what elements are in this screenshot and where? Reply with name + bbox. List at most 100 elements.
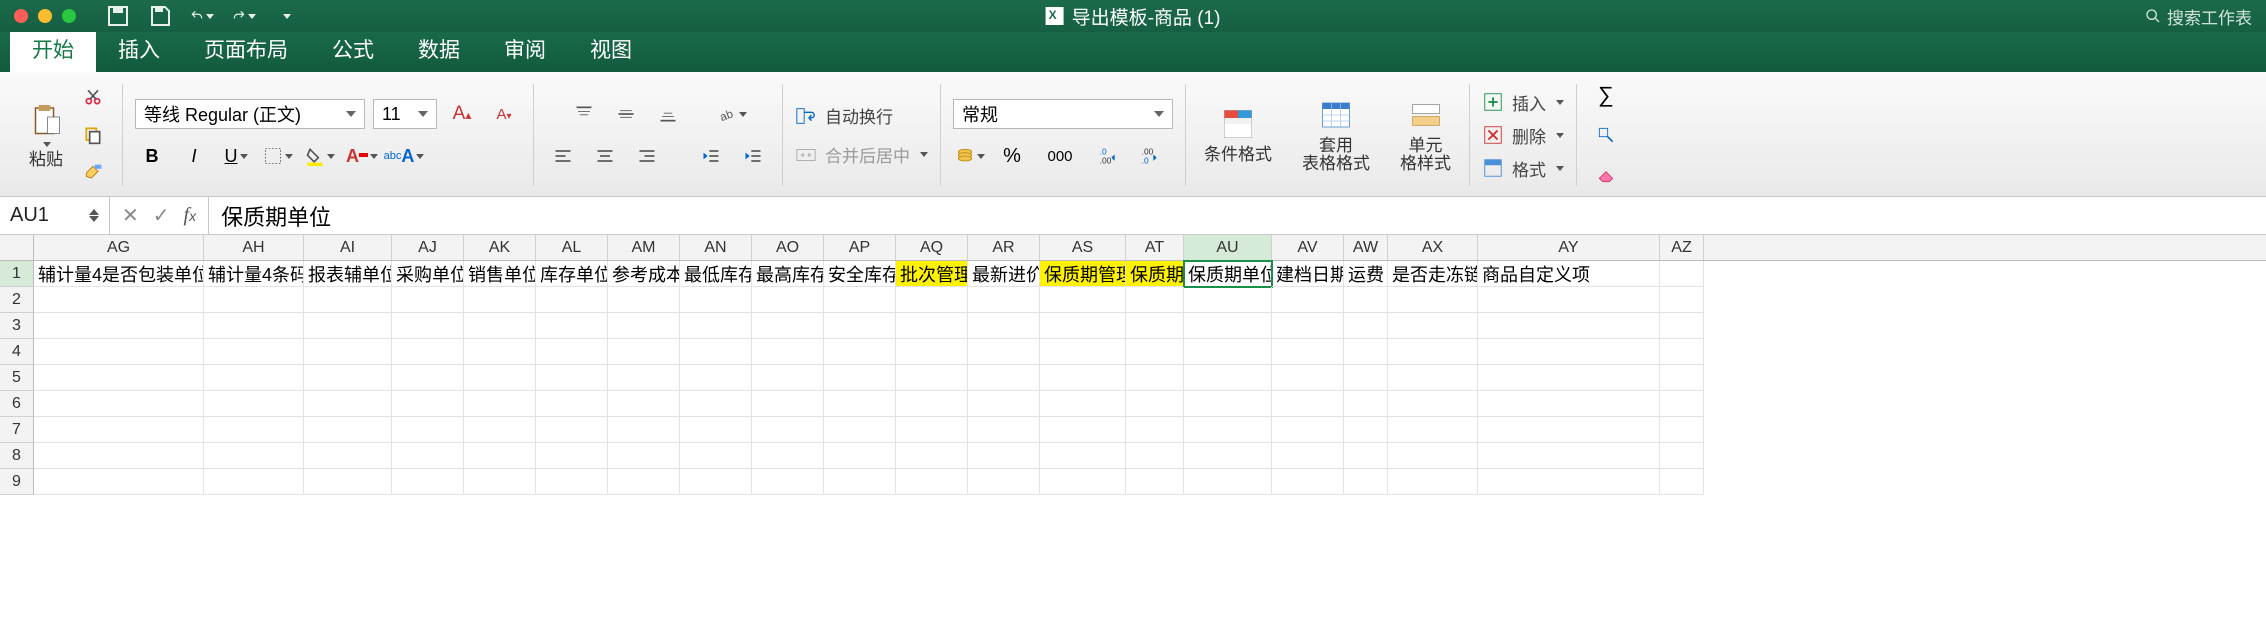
cell-AX8[interactable] (1388, 443, 1478, 469)
insert-cells-button[interactable]: 插入 (1482, 90, 1564, 115)
cell-AV5[interactable] (1272, 365, 1344, 391)
row-header-6[interactable]: 6 (0, 391, 34, 417)
cell-AG2[interactable] (34, 287, 204, 313)
cell-AH9[interactable] (204, 469, 304, 495)
align-center-button[interactable] (588, 141, 622, 171)
copy-button[interactable] (76, 120, 110, 150)
row-header-9[interactable]: 9 (0, 469, 34, 495)
name-box-spinner[interactable] (89, 209, 99, 222)
row-header-4[interactable]: 4 (0, 339, 34, 365)
cell-AJ6[interactable] (392, 391, 464, 417)
search-box[interactable]: 搜索工作表 (2145, 4, 2252, 29)
cell-AL6[interactable] (536, 391, 608, 417)
cell-AL5[interactable] (536, 365, 608, 391)
column-header-AH[interactable]: AH (204, 235, 304, 260)
cell-AM5[interactable] (608, 365, 680, 391)
font-name-select[interactable]: 等线 Regular (正文) (135, 99, 365, 129)
column-header-AI[interactable]: AI (304, 235, 392, 260)
select-all-corner[interactable] (0, 235, 34, 260)
cell-AV4[interactable] (1272, 339, 1344, 365)
cell-AL3[interactable] (536, 313, 608, 339)
conditional-format-button[interactable]: 条件格式 (1198, 106, 1278, 164)
cell-AQ6[interactable] (896, 391, 968, 417)
cell-AW2[interactable] (1344, 287, 1388, 313)
cell-AJ8[interactable] (392, 443, 464, 469)
cell-AX7[interactable] (1388, 417, 1478, 443)
orientation-button[interactable]: ab (715, 99, 749, 129)
minimize-icon[interactable] (38, 9, 52, 23)
cell-AI9[interactable] (304, 469, 392, 495)
cell-AO7[interactable] (752, 417, 824, 443)
cell-AU4[interactable] (1184, 339, 1272, 365)
cell-AM1[interactable]: 参考成本 (608, 261, 680, 287)
cell-AK1[interactable]: 销售单位 (464, 261, 536, 287)
cell-AN2[interactable] (680, 287, 752, 313)
cell-AS4[interactable] (1040, 339, 1126, 365)
cell-AI5[interactable] (304, 365, 392, 391)
cell-AJ3[interactable] (392, 313, 464, 339)
tab-review[interactable]: 审阅 (482, 28, 568, 72)
cell-AN4[interactable] (680, 339, 752, 365)
cell-AN1[interactable]: 最低库存 (680, 261, 752, 287)
cell-AL9[interactable] (536, 469, 608, 495)
percent-format-button[interactable]: % (995, 141, 1029, 171)
cell-AY7[interactable] (1478, 417, 1660, 443)
increase-decimal-button[interactable]: .0.00 (1091, 141, 1125, 171)
cell-AN9[interactable] (680, 469, 752, 495)
column-header-AG[interactable]: AG (34, 235, 204, 260)
column-header-AS[interactable]: AS (1040, 235, 1126, 260)
cell-AY2[interactable] (1478, 287, 1660, 313)
cell-AR9[interactable] (968, 469, 1040, 495)
cell-AJ4[interactable] (392, 339, 464, 365)
cell-AG6[interactable] (34, 391, 204, 417)
close-icon[interactable] (14, 9, 28, 23)
cell-AJ9[interactable] (392, 469, 464, 495)
increase-indent-button[interactable] (736, 141, 770, 171)
cell-AO4[interactable] (752, 339, 824, 365)
cell-AS5[interactable] (1040, 365, 1126, 391)
cell-AH3[interactable] (204, 313, 304, 339)
cell-AI6[interactable] (304, 391, 392, 417)
cell-AI4[interactable] (304, 339, 392, 365)
column-header-AR[interactable]: AR (968, 235, 1040, 260)
tab-home[interactable]: 开始 (10, 28, 96, 72)
wrap-text-button[interactable]: 自动换行 (795, 103, 893, 128)
cell-AT6[interactable] (1126, 391, 1184, 417)
customize-qat-button[interactable] (274, 5, 298, 27)
cell-AZ1[interactable] (1660, 261, 1704, 287)
delete-cells-button[interactable]: 删除 (1482, 123, 1564, 148)
column-header-AO[interactable]: AO (752, 235, 824, 260)
cell-AK5[interactable] (464, 365, 536, 391)
fill-color-button[interactable] (303, 141, 337, 171)
cell-AG1[interactable]: 辅计量4是否包装单位 (34, 261, 204, 287)
cell-AQ9[interactable] (896, 469, 968, 495)
number-format-select[interactable]: 常规 (953, 99, 1173, 129)
cell-AY8[interactable] (1478, 443, 1660, 469)
cell-AO3[interactable] (752, 313, 824, 339)
cell-AM7[interactable] (608, 417, 680, 443)
formula-input[interactable]: 保质期单位 (209, 200, 343, 232)
cell-AR6[interactable] (968, 391, 1040, 417)
cell-AY3[interactable] (1478, 313, 1660, 339)
row-header-1[interactable]: 1 (0, 261, 34, 287)
cell-AZ5[interactable] (1660, 365, 1704, 391)
cell-AJ2[interactable] (392, 287, 464, 313)
cell-AT7[interactable] (1126, 417, 1184, 443)
cell-AV9[interactable] (1272, 469, 1344, 495)
cell-AY1[interactable]: 商品自定义项 (1478, 261, 1660, 287)
cell-AK9[interactable] (464, 469, 536, 495)
clear-button[interactable] (1589, 160, 1623, 190)
font-color-button[interactable]: A (345, 141, 379, 171)
cell-AL2[interactable] (536, 287, 608, 313)
column-header-AX[interactable]: AX (1388, 235, 1478, 260)
cell-AX5[interactable] (1388, 365, 1478, 391)
cell-AR7[interactable] (968, 417, 1040, 443)
cell-AZ6[interactable] (1660, 391, 1704, 417)
cell-AS7[interactable] (1040, 417, 1126, 443)
cell-AZ9[interactable] (1660, 469, 1704, 495)
tab-insert[interactable]: 插入 (96, 28, 182, 72)
column-header-AT[interactable]: AT (1126, 235, 1184, 260)
cell-AH4[interactable] (204, 339, 304, 365)
align-middle-button[interactable] (609, 99, 643, 129)
bold-button[interactable]: B (135, 141, 169, 171)
